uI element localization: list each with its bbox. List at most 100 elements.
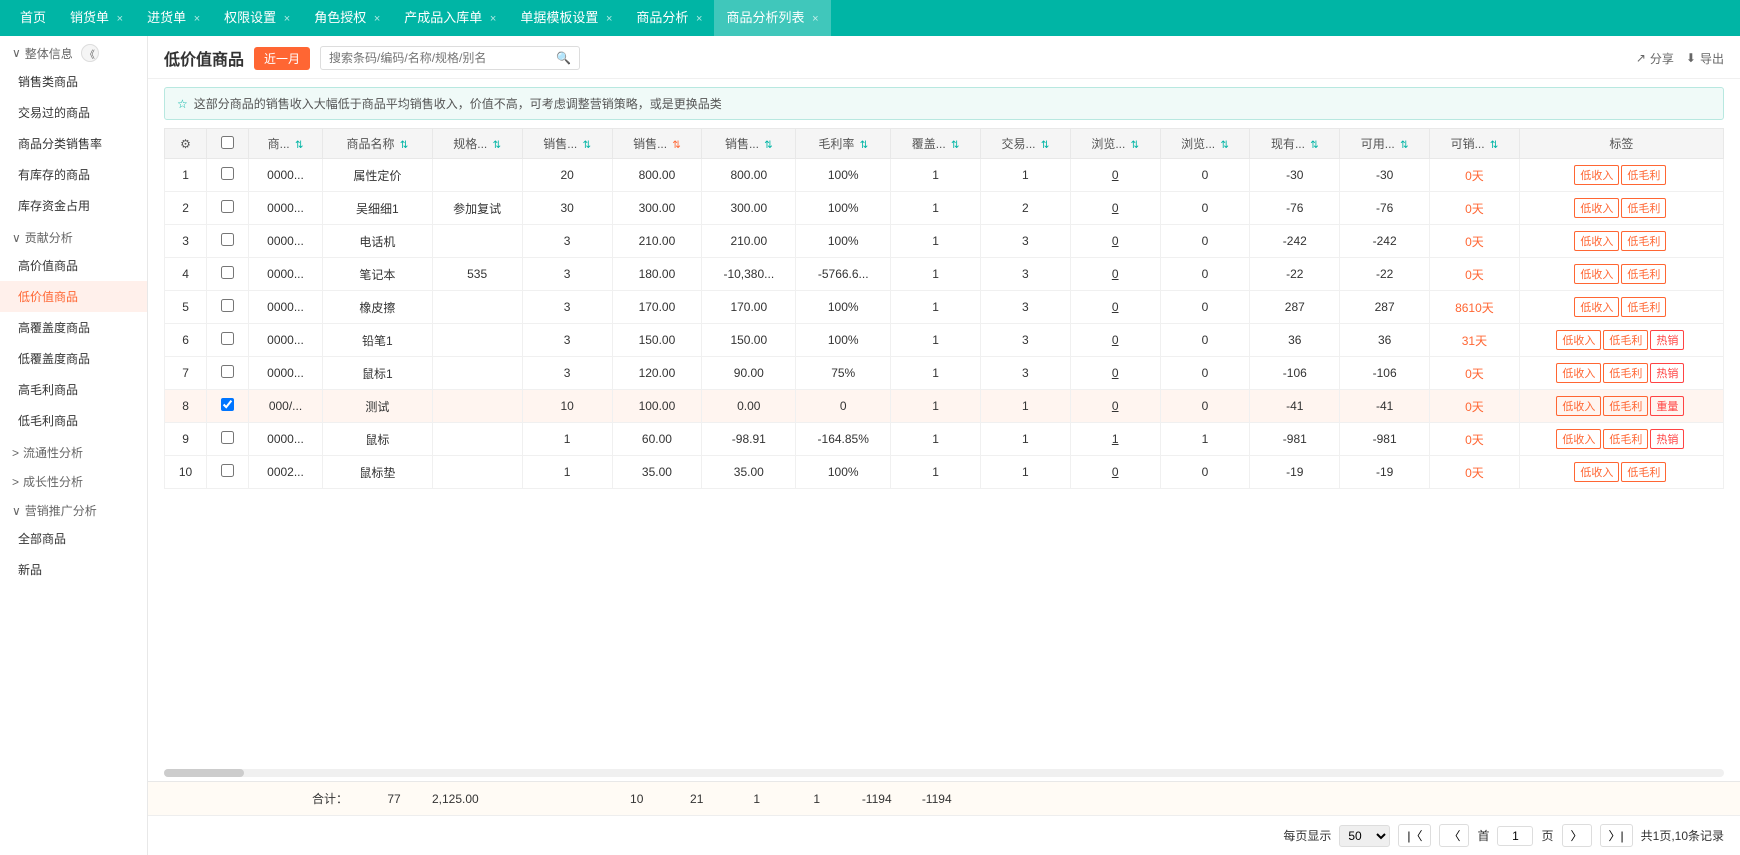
cell-checkbox[interactable] [207, 291, 249, 324]
sidebar-item-low-coverage[interactable]: 低覆盖度商品 [0, 343, 147, 374]
nav-purchase-order[interactable]: 进货单 × [135, 0, 212, 36]
export-button[interactable]: ⬇ 导出 [1686, 50, 1724, 67]
views1-link[interactable]: 0 [1112, 366, 1119, 380]
sidebar-item-high-value[interactable]: 高价值商品 [0, 250, 147, 281]
th-trade-count[interactable]: 交易... ⇅ [980, 129, 1070, 159]
cell-checkbox[interactable] [207, 423, 249, 456]
cell-checkbox[interactable] [207, 159, 249, 192]
cell-gross-margin: -5766.6... [796, 258, 891, 291]
cell-views1[interactable]: 0 [1070, 390, 1160, 423]
th-coverage[interactable]: 覆盖... ⇅ [891, 129, 981, 159]
total-views1: 1 [727, 792, 787, 806]
cell-views1[interactable]: 0 [1070, 291, 1160, 324]
search-input[interactable] [329, 51, 556, 65]
prev-page-btn[interactable]: 〈 [1439, 824, 1469, 847]
select-all-checkbox[interactable] [221, 136, 234, 149]
views1-link[interactable]: 0 [1112, 168, 1119, 182]
cell-checkbox[interactable] [207, 390, 249, 423]
horizontal-scrollbar[interactable] [164, 769, 1724, 777]
nav-permissions[interactable]: 权限设置 × [212, 0, 302, 36]
row-checkbox[interactable] [221, 365, 234, 378]
sidebar-item-sales-products[interactable]: 销售类商品 [0, 66, 147, 97]
views1-link[interactable]: 0 [1112, 201, 1119, 215]
sidebar-item-high-margin[interactable]: 高毛利商品 [0, 374, 147, 405]
sidebar-item-category-sales-rate[interactable]: 商品分类销售率 [0, 128, 147, 159]
views1-link[interactable]: 0 [1112, 465, 1119, 479]
sidebar-section-overall[interactable]: ∨ 整体信息 《 [0, 36, 147, 66]
share-button[interactable]: ↗ 分享 [1636, 50, 1674, 67]
filter-recent-month-button[interactable]: 近一月 [254, 47, 310, 70]
th-checkbox[interactable] [207, 129, 249, 159]
th-views1[interactable]: 浏览... ⇅ [1070, 129, 1160, 159]
sidebar-item-stocked-products[interactable]: 有库存的商品 [0, 159, 147, 190]
th-sales-cost[interactable]: 销售... ⇅ [702, 129, 796, 159]
last-page-btn[interactable]: 〉| [1600, 824, 1633, 847]
sidebar-section-marketing[interactable]: ∨ 营销推广分析 [0, 494, 147, 523]
nav-role-auth[interactable]: 角色授权 × [302, 0, 392, 36]
row-checkbox[interactable] [221, 398, 234, 411]
row-checkbox[interactable] [221, 332, 234, 345]
th-sales-amt[interactable]: 销售... ⇅ [612, 129, 702, 159]
row-checkbox[interactable] [221, 233, 234, 246]
cell-views1[interactable]: 0 [1070, 456, 1160, 489]
cell-views1[interactable]: 1 [1070, 423, 1160, 456]
sidebar-section-circulation[interactable]: > 流通性分析 [0, 436, 147, 465]
th-views2[interactable]: 浏览... ⇅ [1160, 129, 1250, 159]
nav-template-settings[interactable]: 单据模板设置 × [508, 0, 624, 36]
row-checkbox[interactable] [221, 464, 234, 477]
collapse-overall-btn[interactable]: 《 [81, 44, 99, 62]
nav-product-analysis-list[interactable]: 商品分析列表 × [714, 0, 830, 36]
nav-product-inbound[interactable]: 产成品入库单 × [392, 0, 508, 36]
cell-views1[interactable]: 0 [1070, 159, 1160, 192]
sidebar-item-new-products[interactable]: 新品 [0, 554, 147, 585]
cell-name: 铅笔1 [323, 324, 432, 357]
nav-home[interactable]: 首页 [8, 0, 58, 36]
row-checkbox[interactable] [221, 167, 234, 180]
views1-link[interactable]: 0 [1112, 333, 1119, 347]
views1-link[interactable]: 1 [1112, 432, 1119, 446]
cell-checkbox[interactable] [207, 456, 249, 489]
next-page-btn[interactable]: 〉 [1562, 824, 1592, 847]
sidebar-item-low-margin[interactable]: 低毛利商品 [0, 405, 147, 436]
cell-views1[interactable]: 0 [1070, 192, 1160, 225]
cell-checkbox[interactable] [207, 192, 249, 225]
row-checkbox[interactable] [221, 266, 234, 279]
cell-checkbox[interactable] [207, 225, 249, 258]
sidebar-section-growth[interactable]: > 成长性分析 [0, 465, 147, 494]
th-spec[interactable]: 规格... ⇅ [432, 129, 522, 159]
cell-views1[interactable]: 0 [1070, 324, 1160, 357]
sidebar-item-low-value[interactable]: 低价值商品 [0, 281, 147, 312]
th-current-stock[interactable]: 现有... ⇅ [1250, 129, 1340, 159]
cell-views1[interactable]: 0 [1070, 258, 1160, 291]
th-name[interactable]: 商品名称 ⇅ [323, 129, 432, 159]
nav-product-analysis[interactable]: 商品分析 × [624, 0, 714, 36]
cell-views1[interactable]: 0 [1070, 357, 1160, 390]
nav-sales-order[interactable]: 销货单 × [58, 0, 135, 36]
row-checkbox[interactable] [221, 431, 234, 444]
views1-link[interactable]: 0 [1112, 300, 1119, 314]
views1-link[interactable]: 0 [1112, 267, 1119, 281]
views1-link[interactable]: 0 [1112, 399, 1119, 413]
sidebar-item-all-products[interactable]: 全部商品 [0, 523, 147, 554]
th-available-stock[interactable]: 可用... ⇅ [1340, 129, 1430, 159]
th-saleable-stock[interactable]: 可销... ⇅ [1430, 129, 1520, 159]
cell-checkbox[interactable] [207, 324, 249, 357]
sidebar-section-contribution[interactable]: ∨ 贡献分析 [0, 221, 147, 250]
views1-link[interactable]: 0 [1112, 234, 1119, 248]
row-checkbox[interactable] [221, 200, 234, 213]
th-code[interactable]: 商... ⇅ [248, 129, 323, 159]
th-gross-margin[interactable]: 毛利率 ⇅ [796, 129, 891, 159]
th-sales-qty[interactable]: 销售... ⇅ [522, 129, 612, 159]
per-page-select[interactable]: 50 100 [1339, 825, 1390, 847]
page-input[interactable] [1497, 826, 1533, 846]
cell-checkbox[interactable] [207, 357, 249, 390]
row-checkbox[interactable] [221, 299, 234, 312]
cell-views1[interactable]: 0 [1070, 225, 1160, 258]
scrollbar-thumb[interactable] [164, 769, 244, 777]
first-page-btn[interactable]: |〈 [1398, 824, 1431, 847]
sidebar-item-high-coverage[interactable]: 高覆盖度商品 [0, 312, 147, 343]
th-settings[interactable]: ⚙ [165, 129, 207, 159]
cell-checkbox[interactable] [207, 258, 249, 291]
sidebar-item-traded-products[interactable]: 交易过的商品 [0, 97, 147, 128]
sidebar-item-stock-capital[interactable]: 库存资金占用 [0, 190, 147, 221]
